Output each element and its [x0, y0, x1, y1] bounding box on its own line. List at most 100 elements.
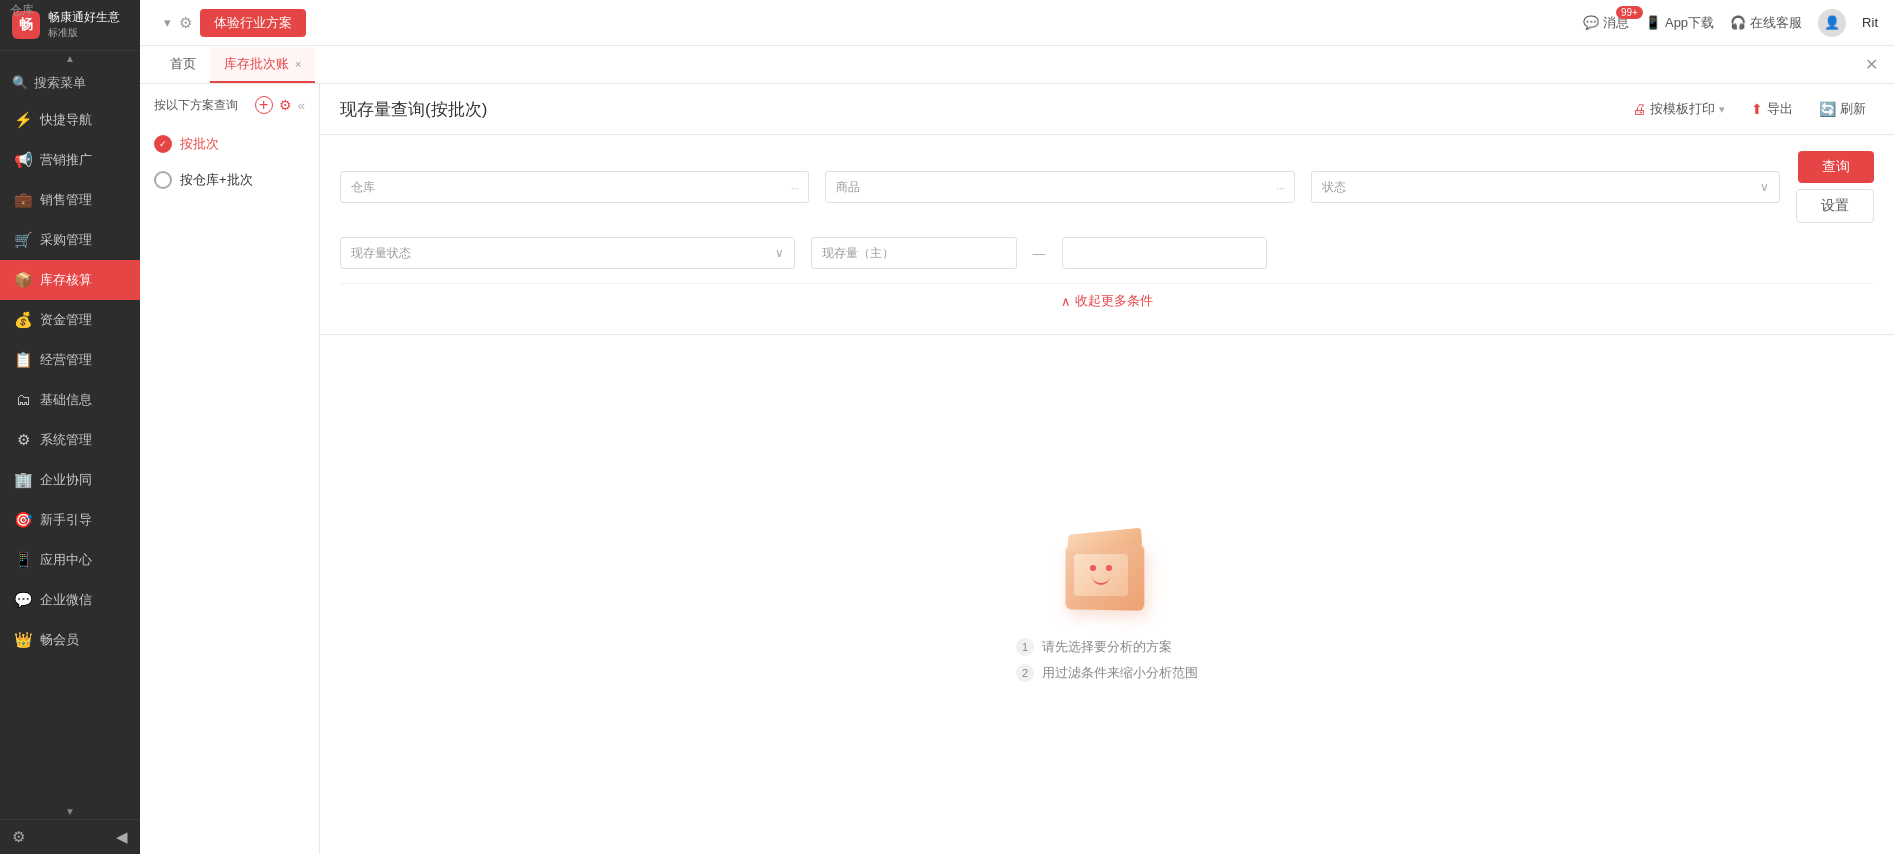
- search-menu-label: 搜索菜单: [34, 74, 86, 92]
- service-label: 在线客服: [1750, 14, 1802, 32]
- search-menu-button[interactable]: 🔍 搜索菜单: [0, 66, 140, 100]
- sidebar-label-appstore: 应用中心: [40, 551, 92, 569]
- close-all-tabs-icon[interactable]: ✕: [1865, 55, 1878, 74]
- scheme-item-batch[interactable]: ✓ 按批次: [140, 126, 319, 162]
- sidebar-item-system[interactable]: ⚙ 系统管理: [0, 420, 140, 460]
- filter-settings-button[interactable]: 设置: [1796, 189, 1874, 223]
- message-button[interactable]: 💬 消息 99+: [1583, 14, 1629, 32]
- empty-state: 1 请先选择要分析的方案 2 用过滤条件来缩小分析范围: [320, 335, 1894, 854]
- newbie-icon: 🎯: [14, 511, 32, 529]
- sidebar-item-marketing[interactable]: 📢 营销推广: [0, 140, 140, 180]
- topbar-gear-icon[interactable]: ⚙: [179, 14, 192, 32]
- sidebar-item-finance[interactable]: 💰 资金管理: [0, 300, 140, 340]
- app-info: 畅康通好生意 标准版: [48, 10, 120, 40]
- filter-row-1: 仓库 仓库 ··· 商品 ···: [340, 151, 1874, 223]
- add-scheme-icon[interactable]: +: [255, 96, 273, 114]
- inventory-qty-to[interactable]: [1062, 237, 1267, 269]
- sidebar-label-quick: 快捷导航: [40, 111, 92, 129]
- scheme-dot-batch: ✓: [154, 135, 172, 153]
- status-select[interactable]: 状态 ∨: [1311, 171, 1780, 203]
- inventory-status-label: 现存量状态: [351, 245, 775, 262]
- sidebar-item-purchase[interactable]: 🛒 采购管理: [0, 220, 140, 260]
- empty-tips: 1 请先选择要分析的方案 2 用过滤条件来缩小分析范围: [1016, 638, 1198, 682]
- inventory-status-select[interactable]: 现存量状态 ∨: [340, 237, 795, 269]
- box-eyes: [1090, 565, 1112, 571]
- sidebar-item-wechat[interactable]: 💬 企业微信: [0, 580, 140, 620]
- inventory-qty-from-label: 现存量（主）: [822, 245, 1005, 262]
- tab-close-icon[interactable]: ×: [295, 58, 301, 70]
- online-service-button[interactable]: 🎧 在线客服: [1730, 14, 1802, 32]
- range-dash: —: [1025, 246, 1054, 261]
- product-dots-icon: ···: [1276, 180, 1284, 195]
- scroll-up-arrow[interactable]: ▲: [0, 51, 140, 66]
- product-field: 商品 ···: [825, 171, 1294, 203]
- collapse-filter-button[interactable]: ∧ 收起更多条件: [340, 283, 1874, 318]
- print-dropdown-icon[interactable]: ▾: [1719, 103, 1725, 116]
- sidebar-item-operation[interactable]: 📋 经营管理: [0, 340, 140, 380]
- scheme-settings-icon[interactable]: ⚙: [279, 97, 292, 113]
- settings-footer-icon[interactable]: ⚙: [12, 828, 25, 846]
- tab-home-label: 首页: [170, 55, 196, 73]
- query-button[interactable]: 查询: [1798, 151, 1874, 183]
- app-download-button[interactable]: 📱 App下载: [1645, 14, 1714, 32]
- sidebar-item-sales[interactable]: 💼 销售管理: [0, 180, 140, 220]
- sidebar-item-quick[interactable]: ⚡ 快捷导航: [0, 100, 140, 140]
- print-icon: 🖨: [1632, 101, 1646, 117]
- refresh-label: 刷新: [1840, 100, 1866, 118]
- inventory-status-field: 现存量状态 ∨: [340, 237, 795, 269]
- trial-button[interactable]: 体验行业方案: [200, 9, 306, 37]
- empty-tip-2: 2 用过滤条件来缩小分析范围: [1016, 664, 1198, 682]
- tip-2-text: 用过滤条件来缩小分析范围: [1042, 664, 1198, 682]
- filter-area: 仓库 仓库 ··· 商品 ···: [320, 135, 1894, 335]
- scheme-collapse-icon[interactable]: «: [298, 98, 305, 113]
- collapse-label: 收起更多条件: [1075, 292, 1153, 310]
- print-button[interactable]: 🖨 按模板打印 ▾: [1624, 96, 1733, 122]
- refresh-button[interactable]: 🔄 刷新: [1811, 96, 1874, 122]
- left-scheme-panel: 按以下方案查询 + ⚙ « ✓ 按批次 按仓库+批次: [140, 84, 320, 854]
- wechat-icon: 💬: [14, 591, 32, 609]
- sidebar-label-member: 畅会员: [40, 631, 79, 649]
- sidebar-label-finance: 资金管理: [40, 311, 92, 329]
- sidebar-item-basic[interactable]: 🗂 基础信息: [0, 380, 140, 420]
- sidebar-nav: ⚡ 快捷导航 📢 营销推广 💼 销售管理 🛒 采购管理 📦 库存核算 💰 资金管…: [0, 100, 140, 804]
- quick-icon: ⚡: [14, 111, 32, 129]
- tab-home[interactable]: 首页: [156, 47, 210, 83]
- system-icon: ⚙: [14, 431, 32, 449]
- tab-inventory-batch[interactable]: 库存批次账 ×: [210, 47, 315, 83]
- scheme-list: ✓ 按批次 按仓库+批次: [140, 122, 319, 202]
- topbar-right: 💬 消息 99+ 📱 App下载 🎧 在线客服 👤 Rit: [1583, 9, 1878, 37]
- filter-buttons: 查询 设置: [1796, 151, 1874, 223]
- sidebar-item-enterprise[interactable]: 🏢 企业协同: [0, 460, 140, 500]
- topbar: ▾ ⚙ 体验行业方案 💬 消息 99+ 📱 App下载 🎧 在线客服 👤 Rit: [140, 0, 1894, 46]
- message-icon: 💬: [1583, 15, 1599, 30]
- scheme-dot-warehouse: [154, 171, 172, 189]
- sidebar: 畅 畅康通好生意 标准版 ▲ 🔍 搜索菜单 ⚡ 快捷导航 📢 营销推广 💼 销售…: [0, 0, 140, 854]
- scroll-down-arrow[interactable]: ▼: [0, 804, 140, 819]
- tab-inventory-batch-label: 库存批次账: [224, 55, 289, 73]
- marketing-icon: 📢: [14, 151, 32, 169]
- search-icon: 🔍: [12, 75, 28, 90]
- sidebar-item-newbie[interactable]: 🎯 新手引导: [0, 500, 140, 540]
- sidebar-item-member[interactable]: 👑 畅会员: [0, 620, 140, 660]
- product-input[interactable]: 商品 ···: [825, 171, 1294, 203]
- user-avatar[interactable]: 👤: [1818, 9, 1846, 37]
- right-eye: [1106, 565, 1112, 571]
- operation-icon: 📋: [14, 351, 32, 369]
- app-version: 标准版: [48, 26, 120, 40]
- inventory-qty-from[interactable]: 现存量（主）: [811, 237, 1016, 269]
- warehouse-input[interactable]: 仓库 仓库 ···: [340, 171, 809, 203]
- purchase-icon: 🛒: [14, 231, 32, 249]
- export-label: 导出: [1767, 100, 1793, 118]
- sidebar-item-inventory[interactable]: 📦 库存核算: [0, 260, 140, 300]
- collapse-sidebar-icon[interactable]: ◀: [116, 828, 128, 846]
- export-button[interactable]: ⬆ 导出: [1743, 96, 1801, 122]
- sidebar-label-purchase: 采购管理: [40, 231, 92, 249]
- status-field: 状态 ∨: [1311, 171, 1780, 203]
- breadcrumb-dropdown-icon[interactable]: ▾: [164, 15, 171, 30]
- scheme-item-warehouse-batch[interactable]: 按仓库+批次: [140, 162, 319, 198]
- sidebar-item-appstore[interactable]: 📱 应用中心: [0, 540, 140, 580]
- page-header: 现存量查询(按批次) 🖨 按模板打印 ▾ ⬆ 导出 🔄 刷新: [320, 84, 1894, 135]
- tip-1-num: 1: [1016, 638, 1034, 656]
- warehouse-dots-icon: ···: [790, 180, 798, 195]
- sidebar-label-enterprise: 企业协同: [40, 471, 92, 489]
